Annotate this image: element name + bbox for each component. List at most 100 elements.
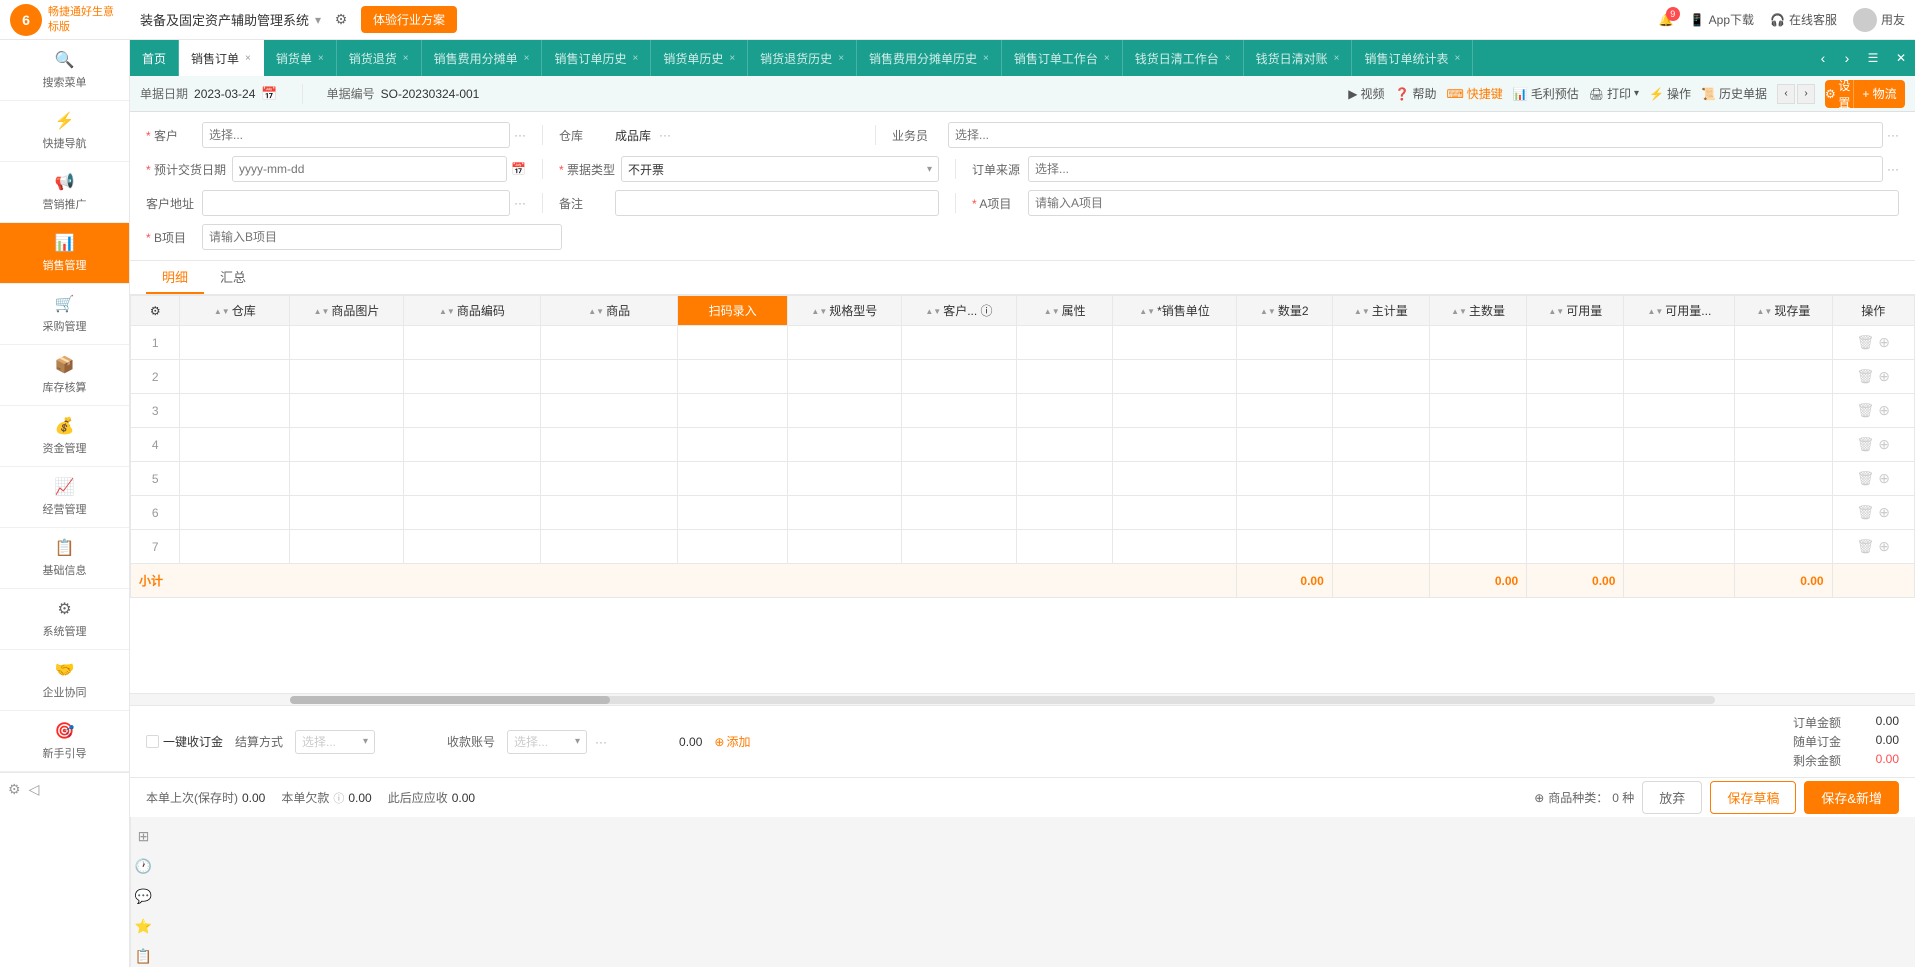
salesperson-dots-btn[interactable]: ··· xyxy=(1887,128,1899,142)
shortcut-btn[interactable]: ⌨ 快捷键 xyxy=(1446,85,1502,102)
row-2-delete-icon[interactable]: 🗑 xyxy=(1857,368,1875,385)
row-2-cust-code[interactable] xyxy=(901,360,1017,394)
tab-return-history[interactable]: 销货退货历史 × xyxy=(748,40,857,76)
row-6-img[interactable] xyxy=(290,496,404,530)
row-3-available2[interactable] xyxy=(1624,394,1735,428)
row-1-product[interactable] xyxy=(541,326,678,360)
salesperson-input[interactable] xyxy=(948,122,1883,148)
sidebar-item-inventory[interactable]: 📦 库存核算 xyxy=(0,345,129,406)
sort-code-icon[interactable]: ▲▼ xyxy=(439,308,455,316)
row-6-unit[interactable] xyxy=(1113,496,1236,530)
tab-close-return[interactable]: × xyxy=(403,53,409,64)
row-6-product[interactable] xyxy=(541,496,678,530)
row-3-img[interactable] xyxy=(290,394,404,428)
row-5-scan[interactable] xyxy=(678,462,788,496)
row-2-unit[interactable] xyxy=(1113,360,1236,394)
row-4-qty2[interactable] xyxy=(1236,428,1332,462)
tab-close-return-history[interactable]: × xyxy=(838,53,844,64)
row-5-attr[interactable] xyxy=(1017,462,1113,496)
row-7-delete-icon[interactable]: 🗑 xyxy=(1857,538,1875,555)
col-scan[interactable]: 扫码录入 xyxy=(678,296,788,326)
account-dots-btn[interactable]: ··· xyxy=(595,735,607,749)
row-2-attr[interactable] xyxy=(1017,360,1113,394)
row-1-unit[interactable] xyxy=(1113,326,1236,360)
row-1-spec[interactable] xyxy=(788,326,902,360)
a-project-input[interactable] xyxy=(1028,190,1899,216)
tab-close-sales-history[interactable]: × xyxy=(729,53,735,64)
row-4-available[interactable] xyxy=(1527,428,1624,462)
sidebar-item-purchase[interactable]: 🛒 采购管理 xyxy=(0,284,129,345)
one-click-payment-checkbox[interactable]: 一键收订金 xyxy=(146,733,223,750)
tab-expense[interactable]: 销售费用分摊单 × xyxy=(422,40,543,76)
dropdown-arrow-icon[interactable]: ▾ xyxy=(315,13,321,27)
add-logistics-btn[interactable]: + 物流 xyxy=(1853,80,1905,108)
row-7-scan[interactable] xyxy=(678,530,788,564)
row-6-copy-icon[interactable]: ⊕ xyxy=(1878,504,1890,521)
row-7-warehouse[interactable] xyxy=(180,530,290,564)
tab-expense-history[interactable]: 销售费用分摊单历史 × xyxy=(857,40,1002,76)
b-project-input[interactable] xyxy=(202,224,562,250)
row-1-code[interactable] xyxy=(403,326,540,360)
row-5-main-unit[interactable] xyxy=(1332,462,1429,496)
row-7-unit[interactable] xyxy=(1113,530,1236,564)
sidebar-item-operations[interactable]: 📈 经营管理 xyxy=(0,467,129,528)
row-6-attr[interactable] xyxy=(1017,496,1113,530)
sidebar-item-system[interactable]: ⚙ 系统管理 xyxy=(0,589,129,650)
nav-prev-icon[interactable]: ‹ xyxy=(1777,84,1795,104)
row-5-available2[interactable] xyxy=(1624,462,1735,496)
row-6-delete-icon[interactable]: 🗑 xyxy=(1857,504,1875,521)
row-2-img[interactable] xyxy=(290,360,404,394)
row-3-current[interactable] xyxy=(1735,394,1832,428)
customer-input[interactable] xyxy=(202,122,510,148)
row-6-warehouse[interactable] xyxy=(180,496,290,530)
horizontal-scrollbar[interactable] xyxy=(130,693,1915,705)
row-3-code[interactable] xyxy=(403,394,540,428)
history-btn[interactable]: 📜 历史单据 xyxy=(1701,85,1767,102)
tab-menu-btn[interactable]: ☰ xyxy=(1859,40,1887,76)
sort-cust-icon[interactable]: ▲▼ xyxy=(925,308,941,316)
right-panel-icon-5[interactable]: 📋 xyxy=(133,945,155,967)
tab-order-workbench[interactable]: 销售订单工作台 × xyxy=(1002,40,1123,76)
row-1-attr[interactable] xyxy=(1017,326,1113,360)
row-3-cust-code[interactable] xyxy=(901,394,1017,428)
row-2-scan[interactable] xyxy=(678,360,788,394)
customer-address-input[interactable] xyxy=(202,190,510,216)
note-input[interactable] xyxy=(615,190,939,216)
row-4-attr[interactable] xyxy=(1017,428,1113,462)
right-panel-icon-1[interactable]: ⊞ xyxy=(133,825,155,847)
row-2-code[interactable] xyxy=(403,360,540,394)
row-5-main-qty[interactable] xyxy=(1429,462,1526,496)
warehouse-dots-btn[interactable]: ··· xyxy=(659,128,671,142)
tab-sales-order[interactable]: 销售订单 × xyxy=(179,40,264,76)
row-6-main-unit[interactable] xyxy=(1332,496,1429,530)
sidebar-item-quick-nav[interactable]: ⚡ 快捷导航 xyxy=(0,101,129,162)
row-2-main-unit[interactable] xyxy=(1332,360,1429,394)
row-5-product[interactable] xyxy=(541,462,678,496)
tab-prev-btn[interactable]: ‹ xyxy=(1811,40,1835,76)
nav-next-icon[interactable]: › xyxy=(1797,84,1815,104)
row-7-available2[interactable] xyxy=(1624,530,1735,564)
save-new-btn[interactable]: 保存&新增 xyxy=(1804,781,1899,814)
sort-spec-icon[interactable]: ▲▼ xyxy=(811,308,827,316)
settings-bottom-icon[interactable]: ⚙ xyxy=(8,781,21,798)
row-3-main-qty[interactable] xyxy=(1429,394,1526,428)
row-4-warehouse[interactable] xyxy=(180,428,290,462)
row-5-img[interactable] xyxy=(290,462,404,496)
online-service-btn[interactable]: 🎧 在线客服 xyxy=(1770,11,1837,28)
invoice-type-select[interactable]: 不开票 ▾ xyxy=(621,156,939,182)
row-4-code[interactable] xyxy=(403,428,540,462)
row-5-delete-icon[interactable]: 🗑 xyxy=(1857,470,1875,487)
row-7-qty2[interactable] xyxy=(1236,530,1332,564)
row-2-available[interactable] xyxy=(1527,360,1624,394)
address-dots-btn[interactable]: ··· xyxy=(514,196,526,210)
sort-img-icon[interactable]: ▲▼ xyxy=(314,308,330,316)
right-panel-icon-2[interactable]: 🕐 xyxy=(133,855,155,877)
tab-close-expense[interactable]: × xyxy=(524,53,530,64)
tab-close-daily-workbench[interactable]: × xyxy=(1225,53,1231,64)
row-4-unit[interactable] xyxy=(1113,428,1236,462)
number-value[interactable]: SO-20230324-001 xyxy=(381,87,480,101)
row-3-available[interactable] xyxy=(1527,394,1624,428)
row-3-scan[interactable] xyxy=(678,394,788,428)
delivery-date-input[interactable] xyxy=(232,156,507,182)
account-select[interactable]: 选择... ▾ xyxy=(507,730,587,754)
